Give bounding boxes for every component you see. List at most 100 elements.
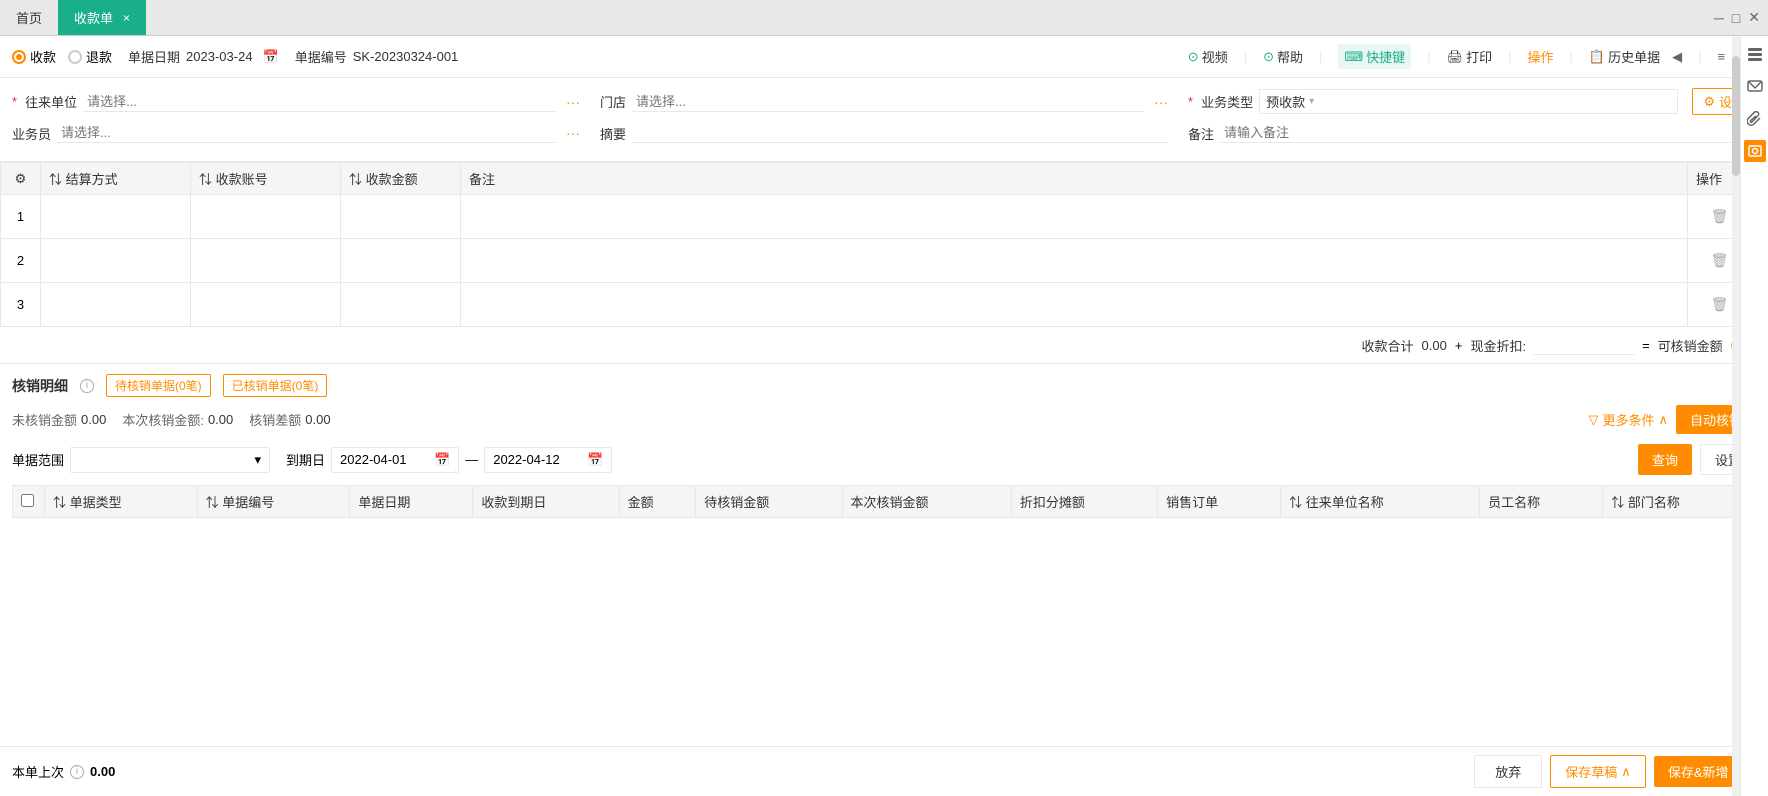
account-cell-3[interactable]	[191, 283, 341, 327]
save-draft-button[interactable]: 保存草稿 ∧	[1550, 755, 1646, 788]
settlement-input-2[interactable]	[49, 251, 182, 270]
account-input-3[interactable]	[199, 295, 332, 314]
sidebar-screenshot-icon[interactable]	[1744, 140, 1766, 162]
radio-receipt[interactable]: 收款	[12, 47, 56, 66]
remark-input-3[interactable]	[469, 295, 1679, 314]
video-btn[interactable]: ⊙ 视频	[1188, 47, 1228, 66]
range-field: 单据范围 ▾	[12, 447, 270, 473]
date-to-input[interactable]: 📅	[484, 447, 612, 473]
th-gear[interactable]: ⚙	[1, 163, 41, 195]
abandon-button[interactable]: 放弃	[1474, 755, 1542, 788]
date-to-value[interactable]	[493, 452, 583, 467]
this-time-stat: 本次核销金额: 0.00	[122, 410, 233, 429]
tab-done[interactable]: 已核销单据(0笔)	[223, 374, 328, 397]
amount-input-1[interactable]	[349, 207, 452, 226]
table-gear-icon[interactable]: ⚙	[15, 171, 27, 187]
shortcut-btn[interactable]: ⌨ 快捷键	[1338, 44, 1411, 69]
help-btn[interactable]: ⊙ 帮助	[1263, 47, 1303, 66]
discount-input[interactable]	[1534, 335, 1634, 355]
tab-pending[interactable]: 待核销单据(0笔)	[106, 374, 211, 397]
business-type-field: * 业务类型 预收款 ▾ ⚙ 设置	[1188, 88, 1756, 115]
date-value[interactable]: 2023-03-24	[186, 49, 253, 64]
delete-icon-2[interactable]: 🗑	[1711, 252, 1729, 269]
th-type: ⇅ 单据类型	[45, 486, 198, 518]
calendar-to-icon[interactable]: 📅	[587, 452, 603, 468]
range-label: 单据范围	[12, 450, 64, 469]
close-window-icon[interactable]: ✕	[1748, 9, 1760, 26]
th-partner: ⇅ 往来单位名称	[1281, 486, 1480, 518]
select-all-checkbox[interactable]	[21, 494, 34, 507]
list-view-icon[interactable]: ≡	[1718, 49, 1726, 64]
remark-cell-3[interactable]	[461, 283, 1688, 327]
store-more-icon[interactable]: ···	[1154, 94, 1168, 110]
partner-more-icon[interactable]: ···	[566, 94, 580, 110]
maximize-icon[interactable]: □	[1732, 10, 1740, 26]
date-from-input[interactable]: 📅	[331, 447, 459, 473]
remark-input[interactable]	[1220, 123, 1756, 143]
tab-close-icon[interactable]: ×	[123, 11, 130, 25]
operations-btn[interactable]: 操作	[1528, 47, 1554, 66]
business-type-select[interactable]: 预收款 ▾	[1259, 89, 1678, 114]
th-checkbox[interactable]	[13, 486, 45, 518]
salesperson-input[interactable]	[57, 123, 556, 143]
amount-input-2[interactable]	[349, 251, 452, 270]
scrollbar[interactable]	[1732, 36, 1740, 796]
sidebar-message-icon[interactable]	[1744, 76, 1766, 98]
radio-return[interactable]: 退款	[68, 47, 112, 66]
query-button[interactable]: 查询	[1638, 444, 1692, 475]
scroll-thumb[interactable]	[1732, 56, 1740, 176]
remark-input-1[interactable]	[469, 207, 1679, 226]
history-btn[interactable]: 📋 历史单据	[1589, 47, 1660, 66]
number-value[interactable]: SK-20230324-001	[353, 49, 459, 64]
sort-icon: ⇅	[49, 172, 66, 187]
range-select[interactable]: ▾	[70, 447, 270, 473]
settlement-cell-2[interactable]	[41, 239, 191, 283]
more-conditions-btn[interactable]: ▽ 更多条件 ∧	[1588, 410, 1668, 429]
minimize-icon[interactable]: ─	[1714, 10, 1724, 26]
store-input[interactable]	[632, 92, 1144, 112]
verify-section: 核销明细 i 待核销单据(0笔) 已核销单据(0笔) 未核销金额 0.00 本次…	[0, 364, 1768, 528]
settlement-input-1[interactable]	[49, 207, 182, 226]
sort-icon-partner: ⇅	[1289, 495, 1306, 510]
account-cell-1[interactable]	[191, 195, 341, 239]
account-input-2[interactable]	[199, 251, 332, 270]
sidebar-paperclip-icon[interactable]	[1744, 108, 1766, 130]
store-field: 门店 ···	[600, 92, 1168, 112]
amount-cell-1[interactable]	[341, 195, 461, 239]
delete-icon-1[interactable]: 🗑	[1711, 208, 1729, 225]
date-from-value[interactable]	[340, 452, 430, 467]
bottom-right: 放弃 保存草稿 ∧ 保存&新增 ∧	[1474, 755, 1756, 788]
remark-cell-2[interactable]	[461, 239, 1688, 283]
summary-input[interactable]	[632, 123, 1168, 143]
partner-required-mark: *	[12, 94, 17, 109]
chevron-up-icon: ∧	[1658, 412, 1668, 428]
settlement-cell-3[interactable]	[41, 283, 191, 327]
remark-cell-1[interactable]	[461, 195, 1688, 239]
partner-input[interactable]	[83, 92, 556, 112]
settlement-cell-1[interactable]	[41, 195, 191, 239]
sidebar-table-icon[interactable]	[1744, 44, 1766, 66]
verify-header: 核销明细 i 待核销单据(0笔) 已核销单据(0笔)	[12, 374, 1756, 397]
amount-cell-3[interactable]	[341, 283, 461, 327]
main-table: ⚙ ⇅ 结算方式 ⇅ 收款账号 ⇅ 收款金额 备注	[0, 162, 1768, 327]
account-input-1[interactable]	[199, 207, 332, 226]
amount-cell-2[interactable]	[341, 239, 461, 283]
radio-group: 收款 退款	[12, 47, 112, 66]
amount-input-3[interactable]	[349, 295, 452, 314]
th-date: 单据日期	[350, 486, 473, 518]
tab-home[interactable]: 首页	[0, 0, 58, 35]
account-cell-2[interactable]	[191, 239, 341, 283]
print-btn[interactable]: 🖨 打印	[1447, 47, 1493, 66]
calendar-from-icon[interactable]: 📅	[434, 452, 450, 468]
prev-icon[interactable]: ◀	[1672, 49, 1682, 65]
more-conditions-label: 更多条件	[1602, 410, 1654, 429]
info-icon-bottom[interactable]: i	[70, 765, 84, 779]
divider5: |	[1570, 49, 1573, 64]
remark-input-2[interactable]	[469, 251, 1679, 270]
settlement-input-3[interactable]	[49, 295, 182, 314]
delete-icon-3[interactable]: 🗑	[1711, 296, 1729, 313]
calendar-icon[interactable]: 📅	[263, 49, 279, 65]
salesperson-more-icon[interactable]: ···	[566, 125, 580, 141]
tab-current[interactable]: 收款单 ×	[58, 0, 146, 35]
info-icon[interactable]: i	[80, 379, 94, 393]
